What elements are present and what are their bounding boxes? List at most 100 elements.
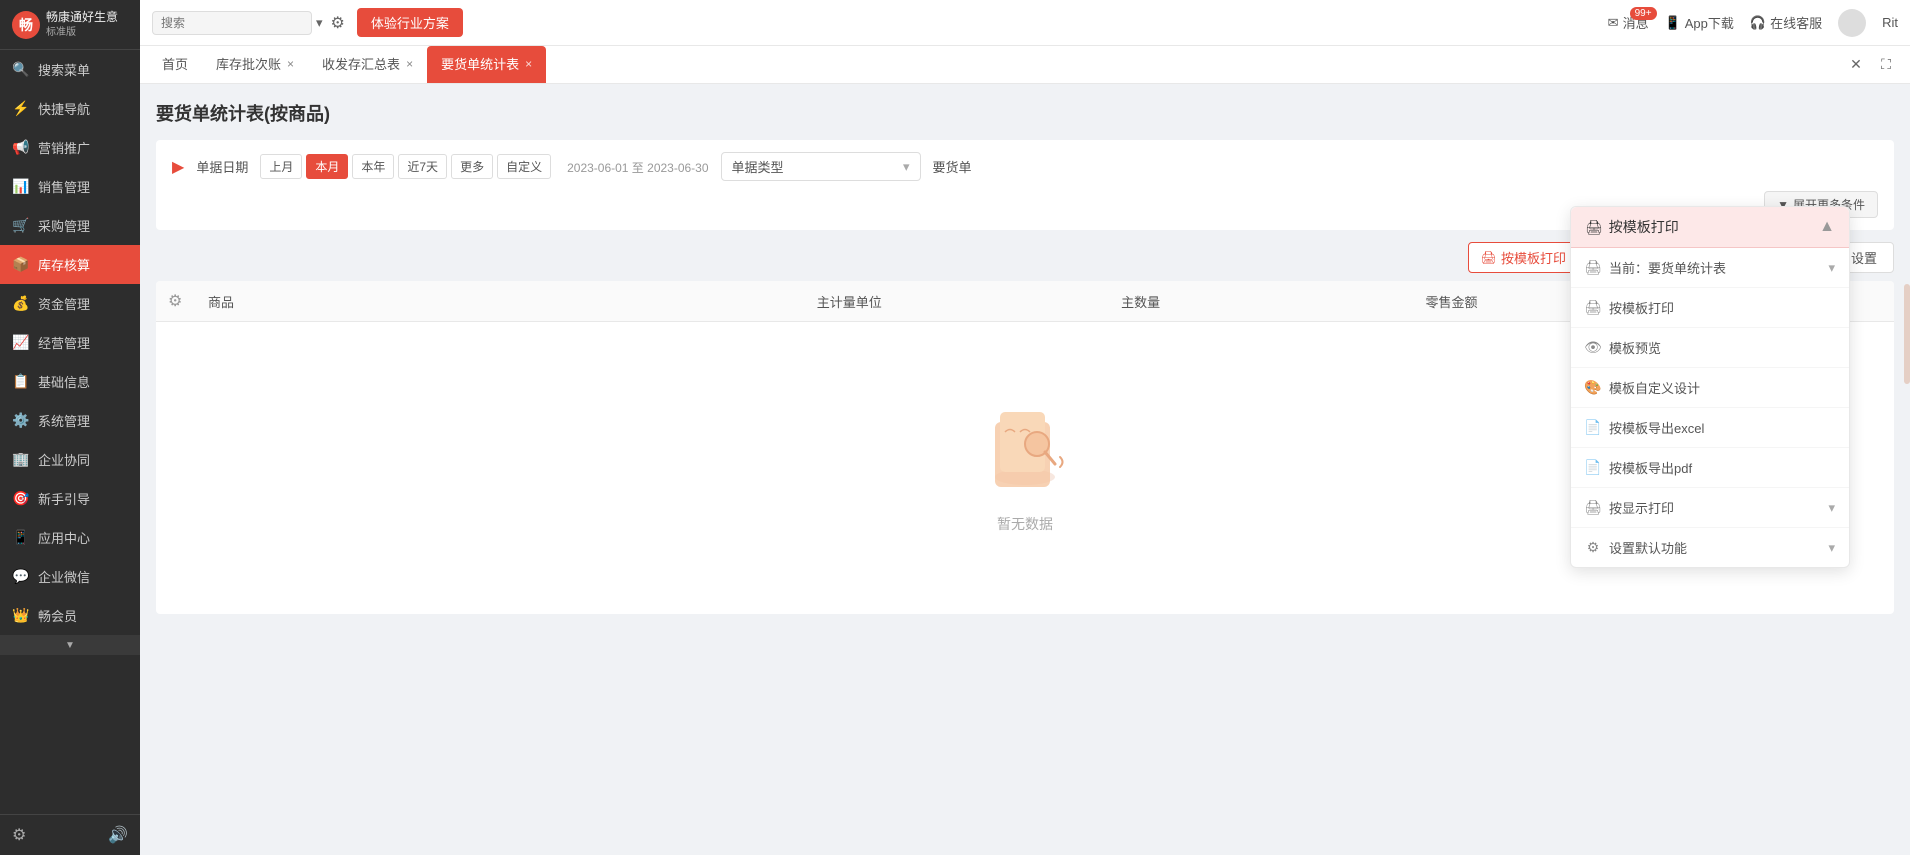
this-month-btn[interactable]: 本月 (306, 154, 348, 179)
content-area: 要货单统计表(按商品) ▶ 单据日期 上月 本月 本年 近7天 更多 自定义 2… (140, 84, 1910, 855)
sidebar-item-sales[interactable]: 📊 销售管理 (0, 167, 140, 206)
sidebar-item-purchase[interactable]: 🛒 采购管理 (0, 206, 140, 245)
topbar: ▾ ⚙ 体验行业方案 ✉ 消息 99+ 📱 App下载 🎧 在线客服 Rit (140, 0, 1910, 46)
tab-home-label: 首页 (162, 54, 188, 73)
marketing-icon: 📢 (12, 139, 30, 157)
tab-inventory-batch[interactable]: 库存批次账 × (202, 46, 308, 83)
sidebar-item-label-operation: 经营管理 (38, 333, 90, 352)
online-service-item[interactable]: 🎧 在线客服 (1750, 13, 1822, 32)
phone-icon: 📱 (1665, 15, 1681, 31)
sidebar-item-label-sales: 销售管理 (38, 177, 90, 196)
sidebar-item-label-system: 系统管理 (38, 411, 90, 430)
popup-template-preview-icon: 👁 (1585, 340, 1601, 356)
sidebar-item-label-marketing: 营销推广 (38, 138, 90, 157)
this-year-btn[interactable]: 本年 (352, 154, 394, 179)
sidebar-item-wechat[interactable]: 💬 企业微信 (0, 557, 140, 596)
messages-item[interactable]: ✉ 消息 99+ (1608, 13, 1649, 32)
sidebar-scroll-down[interactable]: ▼ (0, 635, 140, 655)
date-label: 单据日期 (196, 157, 248, 176)
basic-icon: 📋 (12, 373, 30, 391)
more-btn[interactable]: 更多 (451, 154, 493, 179)
order-type-label: 单据类型 (732, 157, 784, 176)
tabbar-right: ✕ ⛶ (1844, 46, 1902, 83)
dropdown-header: 🖨 按模板打印 ▲ (1571, 207, 1849, 248)
popup-close-icon[interactable]: ▲ (1819, 218, 1835, 236)
topbar-settings-icon[interactable]: ⚙ (331, 13, 345, 33)
popup-item-export-pdf[interactable]: 📄 按模板导出pdf (1571, 448, 1849, 488)
sidebar-footer: ⚙ 🔊 (0, 814, 140, 855)
user-avatar[interactable] (1838, 9, 1866, 37)
col-header-unit: 主计量单位 (817, 292, 1121, 311)
tab-receivables-close[interactable]: × (406, 57, 413, 71)
popup-export-pdf-icon: 📄 (1585, 460, 1601, 476)
sidebar-item-label-apps: 应用中心 (38, 528, 90, 547)
order-type-dropdown[interactable]: 单据类型 ▾ (721, 152, 921, 181)
sidebar-item-inventory[interactable]: 📦 库存核算 (0, 245, 140, 284)
popup-template-custom-label: 模板自定义设计 (1609, 378, 1700, 397)
filter-collapse-icon[interactable]: ▶ (172, 157, 184, 177)
footer-audio-icon[interactable]: 🔊 (108, 825, 128, 845)
sidebar-item-basic[interactable]: 📋 基础信息 (0, 362, 140, 401)
footer-settings-icon[interactable]: ⚙ (12, 825, 26, 845)
popup-item-export-excel[interactable]: 📄 按模板导出excel (1571, 408, 1849, 448)
topbar-dropdown-icon[interactable]: ▾ (316, 15, 323, 31)
popup-template-preview-label: 模板预览 (1609, 338, 1661, 357)
popup-item-template-preview[interactable]: 👁 模板预览 (1571, 328, 1849, 368)
custom-btn[interactable]: 自定义 (497, 154, 551, 179)
popup-default-func-arrow: ▾ (1828, 540, 1835, 556)
tab-home[interactable]: 首页 (148, 46, 202, 83)
print-icon: 🖨 (1481, 250, 1498, 266)
topbar-right: ✉ 消息 99+ 📱 App下载 🎧 在线客服 Rit (1608, 9, 1898, 37)
apps-icon: 📱 (12, 529, 30, 547)
popup-display-print-label: 按显示打印 (1609, 498, 1674, 517)
popup-export-excel-icon: 📄 (1585, 420, 1601, 436)
column-settings-icon[interactable]: ⚙ (168, 293, 182, 310)
sidebar-item-finance[interactable]: 💰 资金管理 (0, 284, 140, 323)
last7-btn[interactable]: 近7天 (398, 154, 447, 179)
sidebar-item-member[interactable]: 👑 畅会员 (0, 596, 140, 635)
dropdown-arrow-icon: ▾ (903, 159, 910, 175)
sidebar-item-enterprise[interactable]: 🏢 企业协同 (0, 440, 140, 479)
prev-month-btn[interactable]: 上月 (260, 154, 302, 179)
expand-window-button[interactable]: ⛶ (1874, 53, 1898, 77)
sidebar-item-system[interactable]: ⚙️ 系统管理 (0, 401, 140, 440)
sidebar: 畅 畅康通好生意 标准版 🔍 搜索菜单 ⚡ 快捷导航 📢 营销推广 📊 销售管理… (0, 0, 140, 855)
sidebar-item-label-enterprise: 企业协同 (38, 450, 90, 469)
popup-item-template-custom[interactable]: 🎨 模板自定义设计 (1571, 368, 1849, 408)
popup-export-pdf-label: 按模板导出pdf (1609, 458, 1692, 477)
sidebar-item-newbie[interactable]: 🎯 新手引导 (0, 479, 140, 518)
sidebar-item-marketing[interactable]: 📢 营销推广 (0, 128, 140, 167)
operation-icon: 📈 (12, 334, 30, 352)
logo-title: 畅康通好生意 (46, 10, 118, 26)
purchase-icon: 🛒 (12, 217, 30, 235)
shortcut-icon: ⚡ (12, 100, 30, 118)
sidebar-item-search[interactable]: 🔍 搜索菜单 (0, 50, 140, 89)
app-download-item[interactable]: 📱 App下载 (1665, 13, 1734, 32)
tab-inventory-batch-close[interactable]: × (287, 57, 294, 71)
popup-item-default-func[interactable]: ⚙ 设置默认功能 ▾ (1571, 528, 1849, 567)
popup-title: 按模板打印 (1609, 217, 1679, 237)
tab-order-stats[interactable]: 要货单统计表 × (427, 46, 546, 83)
page-title: 要货单统计表(按商品) (156, 100, 1894, 126)
sidebar-item-shortcut[interactable]: ⚡ 快捷导航 (0, 89, 140, 128)
popup-export-excel-label: 按模板导出excel (1609, 418, 1704, 437)
sidebar-item-label-purchase: 采购管理 (38, 216, 90, 235)
close-all-tabs-button[interactable]: ✕ (1844, 53, 1868, 77)
logo-icon: 畅 (12, 11, 40, 39)
industry-solution-button[interactable]: 体验行业方案 (357, 8, 463, 37)
popup-print-icon: 🖨 (1585, 219, 1603, 236)
sidebar-item-label-finance: 资金管理 (38, 294, 90, 313)
popup-item-template-print[interactable]: 🖨 按模板打印 (1571, 288, 1849, 328)
popup-item-current[interactable]: 🖨 当前：要货单统计表 ▾ (1571, 248, 1849, 288)
sidebar-item-apps[interactable]: 📱 应用中心 (0, 518, 140, 557)
messages-badge: 99+ (1630, 7, 1657, 20)
tab-order-stats-close[interactable]: × (525, 57, 532, 71)
tabbar: 首页 库存批次账 × 收发存汇总表 × 要货单统计表 × ✕ ⛶ (140, 46, 1910, 84)
empty-state-text: 暂无数据 (997, 514, 1053, 534)
topbar-search-input[interactable] (152, 11, 312, 35)
popup-item-display-print[interactable]: 🖨 按显示打印 ▾ (1571, 488, 1849, 528)
headset-icon: 🎧 (1750, 15, 1766, 31)
date-button-group: 上月 本月 本年 近7天 更多 自定义 (260, 154, 551, 179)
tab-receivables[interactable]: 收发存汇总表 × (308, 46, 427, 83)
sidebar-item-operation[interactable]: 📈 经营管理 (0, 323, 140, 362)
